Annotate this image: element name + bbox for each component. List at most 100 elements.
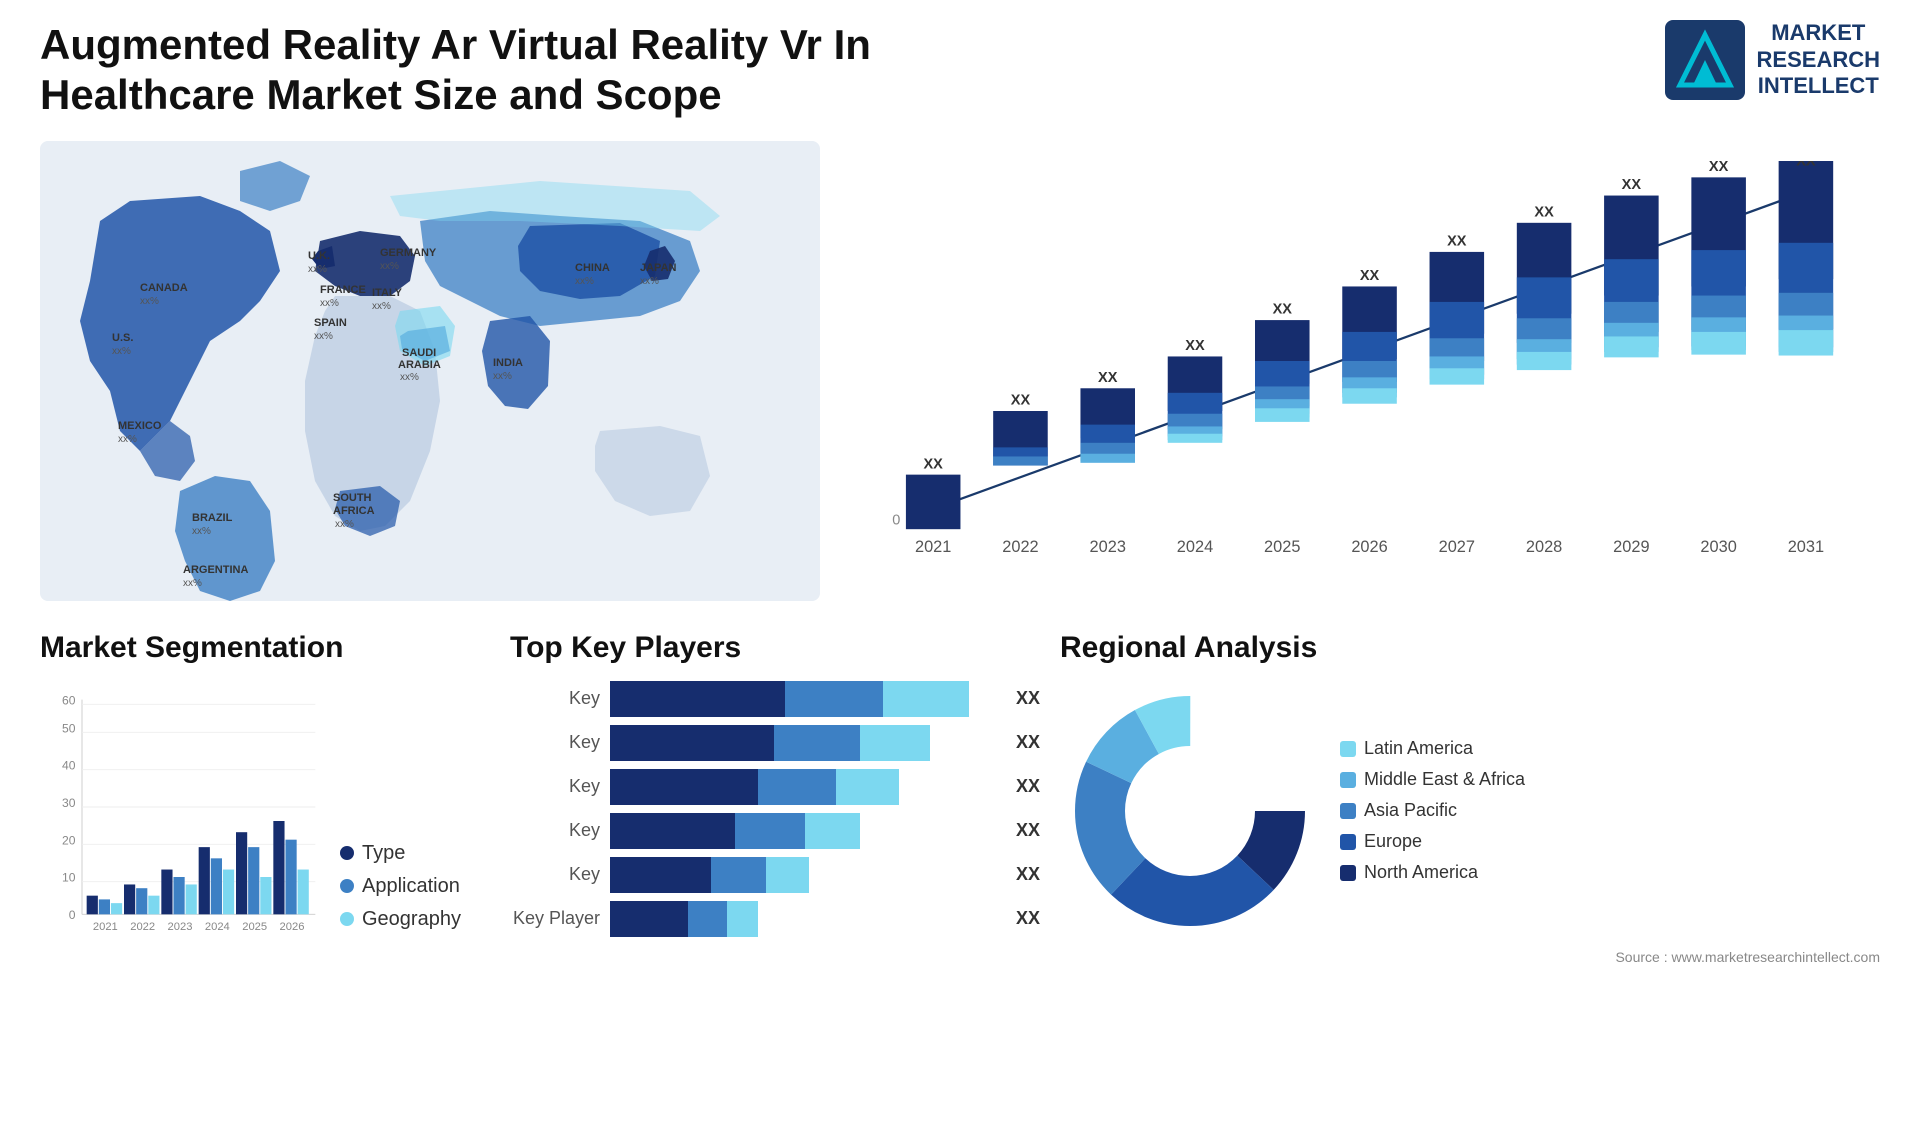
svg-text:2027: 2027 bbox=[1439, 538, 1475, 556]
player-val-1: XX bbox=[1016, 688, 1040, 709]
svg-text:U.S.: U.S. bbox=[112, 332, 133, 344]
svg-text:xx%: xx% bbox=[335, 519, 354, 530]
player-val-4: XX bbox=[1016, 820, 1040, 841]
player-val-5: XX bbox=[1016, 864, 1040, 885]
legend-type: Type bbox=[340, 842, 461, 865]
player-val-6: XX bbox=[1016, 908, 1040, 929]
players-chart: Key XX Key XX bbox=[510, 681, 1040, 937]
player-val-3: XX bbox=[1016, 776, 1040, 797]
player-bar-5 bbox=[610, 857, 1000, 893]
svg-text:2026: 2026 bbox=[1351, 538, 1387, 556]
svg-text:XX: XX bbox=[1447, 233, 1467, 249]
svg-text:2022: 2022 bbox=[1002, 538, 1038, 556]
svg-text:XX: XX bbox=[923, 456, 943, 472]
europe-label: Europe bbox=[1364, 831, 1422, 852]
svg-text:40: 40 bbox=[62, 758, 76, 772]
svg-text:2023: 2023 bbox=[168, 921, 193, 933]
type-dot bbox=[340, 846, 354, 860]
map-container: CANADA xx% U.S. xx% MEXICO xx% BRAZIL xx… bbox=[40, 141, 820, 601]
svg-text:INDIA: INDIA bbox=[493, 357, 523, 369]
svg-text:XX: XX bbox=[1622, 177, 1642, 193]
regional-section: Regional Analysis bbox=[1060, 631, 1880, 1061]
svg-text:30: 30 bbox=[62, 796, 76, 810]
svg-text:SPAIN: SPAIN bbox=[314, 317, 347, 329]
latin-america-label: Latin America bbox=[1364, 738, 1473, 759]
svg-text:CHINA: CHINA bbox=[575, 262, 610, 274]
player-label-5: Key bbox=[510, 864, 600, 885]
svg-text:JAPAN: JAPAN bbox=[640, 262, 677, 274]
player-bar-3 bbox=[610, 769, 1000, 805]
asia-pacific-label: Asia Pacific bbox=[1364, 800, 1457, 821]
legend-application: Application bbox=[340, 875, 461, 898]
svg-text:xx%: xx% bbox=[192, 526, 211, 537]
player-row-1: Key XX bbox=[510, 681, 1040, 717]
svg-text:2024: 2024 bbox=[1177, 538, 1213, 556]
segmentation-title: Market Segmentation bbox=[40, 631, 490, 665]
svg-text:GERMANY: GERMANY bbox=[380, 247, 437, 259]
svg-text:2030: 2030 bbox=[1700, 538, 1736, 556]
svg-text:FRANCE: FRANCE bbox=[320, 284, 366, 296]
svg-text:60: 60 bbox=[62, 693, 76, 707]
bar-chart-svg: XX 0 2021 2022 2023 2024 2025 2026 2027 … bbox=[870, 161, 1860, 561]
geography-dot bbox=[340, 912, 354, 926]
svg-text:AFRICA: AFRICA bbox=[333, 505, 375, 517]
north-america-dot bbox=[1340, 865, 1356, 881]
svg-text:2029: 2029 bbox=[1613, 538, 1649, 556]
regional-legend: Latin America Middle East & Africa Asia … bbox=[1340, 738, 1525, 883]
svg-text:XX: XX bbox=[1360, 268, 1380, 284]
svg-text:2026: 2026 bbox=[280, 921, 305, 933]
seg-chart-area: 0 10 20 30 40 50 60 bbox=[40, 681, 490, 961]
player-bar-1 bbox=[610, 681, 1000, 717]
player-row-5: Key XX bbox=[510, 857, 1040, 893]
europe-dot bbox=[1340, 834, 1356, 850]
legend-asia-pacific: Asia Pacific bbox=[1340, 800, 1525, 821]
bar-seg-mid bbox=[785, 681, 882, 717]
svg-text:XX: XX bbox=[1796, 161, 1816, 170]
svg-text:ITALY: ITALY bbox=[372, 287, 403, 299]
svg-text:2021: 2021 bbox=[915, 538, 951, 556]
svg-text:xx%: xx% bbox=[314, 331, 333, 342]
page-title: Augmented Reality Ar Virtual Reality Vr … bbox=[40, 20, 940, 121]
player-bar-2 bbox=[610, 725, 1000, 761]
player-label-1: Key bbox=[510, 688, 600, 709]
segmentation-legend: Type Application Geography bbox=[340, 842, 461, 961]
svg-text:xx%: xx% bbox=[380, 261, 399, 272]
application-dot bbox=[340, 879, 354, 893]
svg-text:50: 50 bbox=[62, 721, 76, 735]
bar-seg-dark bbox=[610, 681, 785, 717]
svg-text:2022: 2022 bbox=[130, 921, 155, 933]
svg-text:ARABIA: ARABIA bbox=[398, 359, 441, 371]
svg-text:2024: 2024 bbox=[205, 921, 230, 933]
player-row-4: Key XX bbox=[510, 813, 1040, 849]
player-label-4: Key bbox=[510, 820, 600, 841]
svg-text:MEXICO: MEXICO bbox=[118, 420, 162, 432]
player-bar-4 bbox=[610, 813, 1000, 849]
logo-text: MARKET RESEARCH INTELLECT bbox=[1757, 20, 1880, 99]
donut-svg bbox=[1060, 681, 1320, 941]
svg-text:BRAZIL: BRAZIL bbox=[192, 512, 233, 524]
legend-mea: Middle East & Africa bbox=[1340, 769, 1525, 790]
svg-text:xx%: xx% bbox=[575, 276, 594, 287]
bar-chart-container: XX 0 2021 2022 2023 2024 2025 2026 2027 … bbox=[850, 141, 1880, 601]
svg-text:xx%: xx% bbox=[640, 276, 659, 287]
asia-pacific-dot bbox=[1340, 803, 1356, 819]
svg-text:U.K.: U.K. bbox=[308, 250, 330, 262]
svg-text:XX: XX bbox=[1273, 302, 1293, 318]
svg-text:xx%: xx% bbox=[308, 264, 327, 275]
seg-chart-svg: 0 10 20 30 40 50 60 bbox=[40, 681, 320, 961]
source-text: Source : www.marketresearchintellect.com bbox=[1060, 949, 1880, 965]
svg-text:XX: XX bbox=[1011, 392, 1031, 408]
type-label: Type bbox=[362, 842, 405, 865]
svg-text:2025: 2025 bbox=[1264, 538, 1300, 556]
svg-text:CANADA: CANADA bbox=[140, 282, 188, 294]
north-america-label: North America bbox=[1364, 862, 1478, 883]
svg-text:XX: XX bbox=[1098, 370, 1118, 386]
mea-label: Middle East & Africa bbox=[1364, 769, 1525, 790]
player-val-2: XX bbox=[1016, 732, 1040, 753]
svg-text:xx%: xx% bbox=[400, 372, 419, 383]
svg-text:XX: XX bbox=[1709, 161, 1729, 175]
legend-geography: Geography bbox=[340, 908, 461, 931]
player-row-2: Key XX bbox=[510, 725, 1040, 761]
regional-title: Regional Analysis bbox=[1060, 631, 1880, 665]
svg-text:xx%: xx% bbox=[112, 346, 131, 357]
